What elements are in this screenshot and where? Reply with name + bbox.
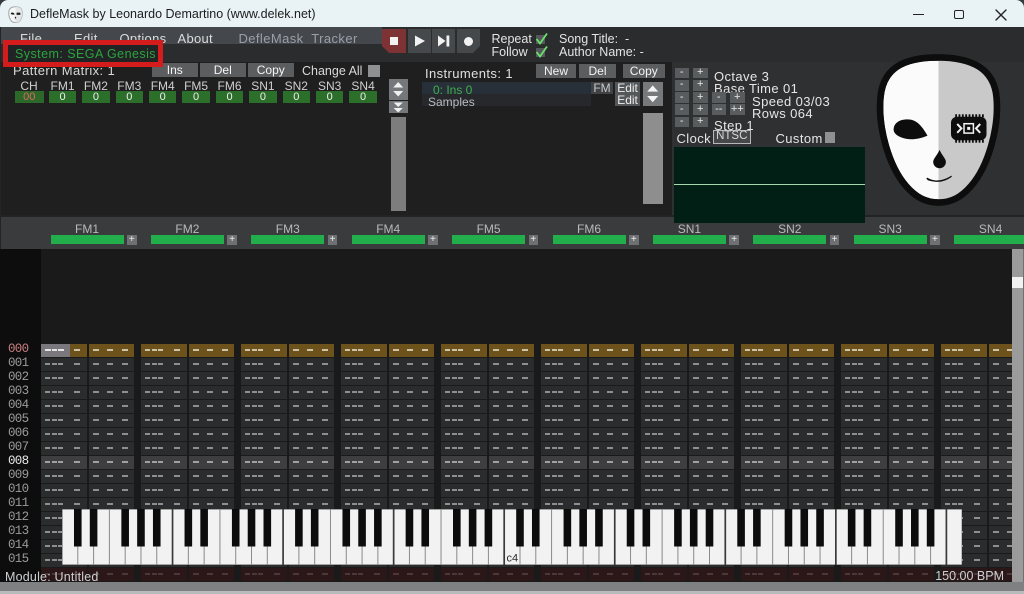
svg-text:c4: c4: [506, 552, 518, 564]
